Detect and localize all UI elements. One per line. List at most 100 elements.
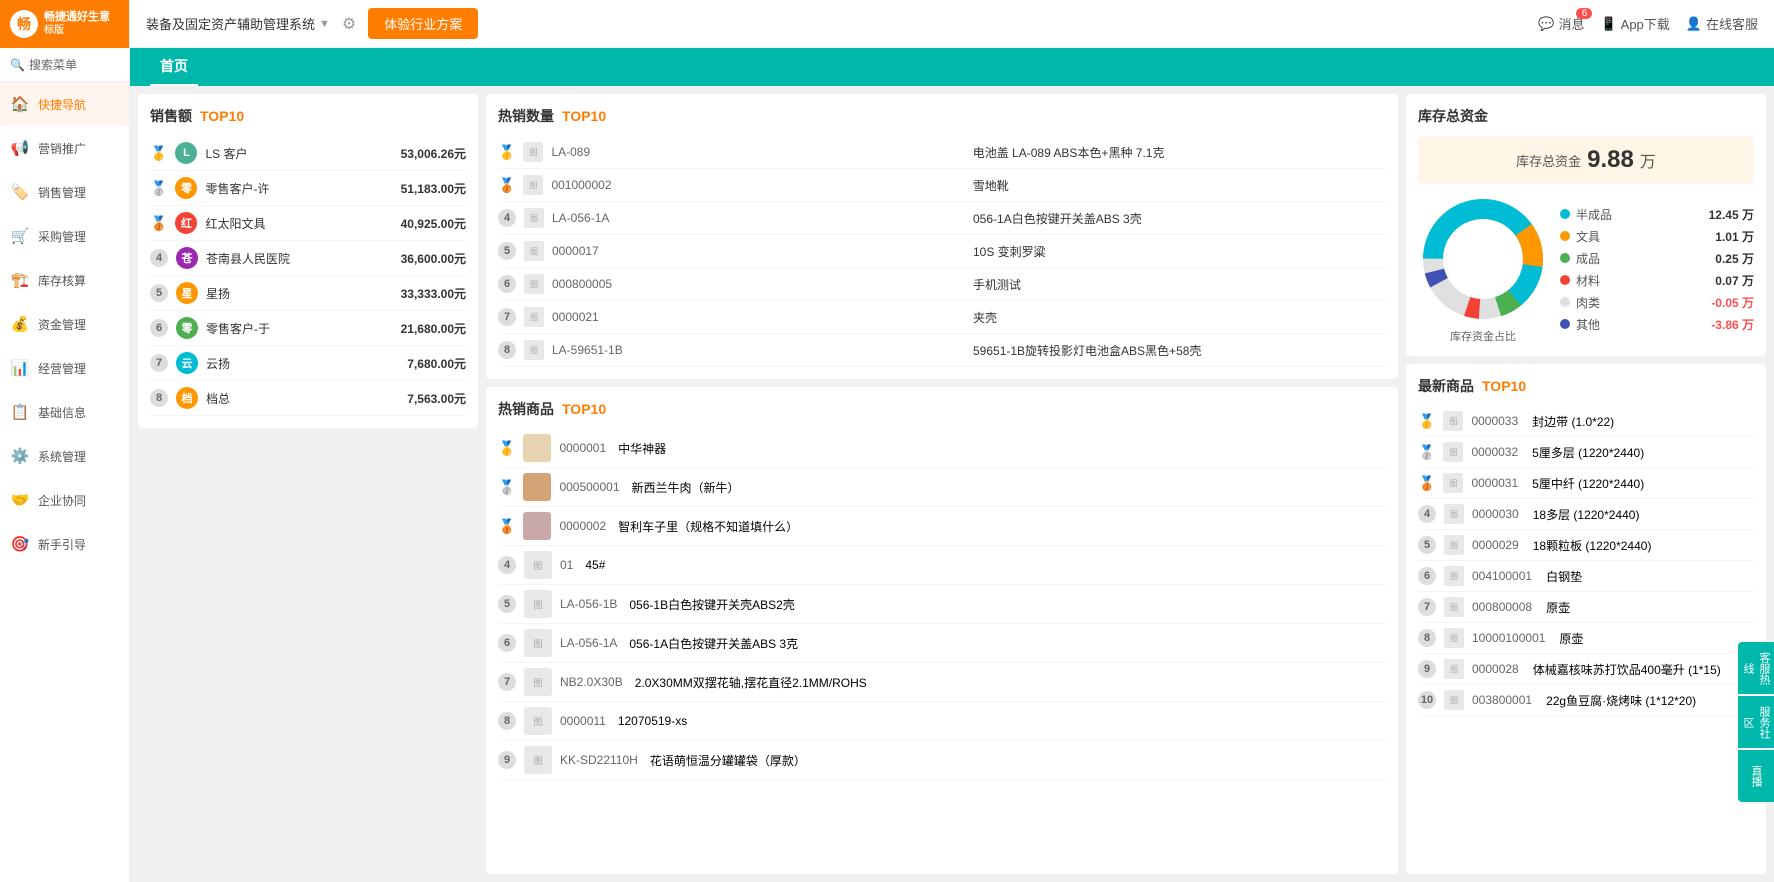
sidebar-item-4[interactable]: 🏗️库存核算 xyxy=(0,258,129,302)
tab-home[interactable]: 首页 xyxy=(150,48,198,86)
online-service-button[interactable]: 👤 在线客服 xyxy=(1686,14,1758,33)
sidebar-nav: 🏠快捷导航📢营销推广🏷️销售管理🛒采购管理🏗️库存核算💰资金管理📊经营管理📋基础… xyxy=(0,82,129,882)
sidebar-item-0[interactable]: 🏠快捷导航 xyxy=(0,82,129,126)
hot-products-panel: 热销商品 TOP10 🥇 0000001 中华神器🥈 000500001 新西兰… xyxy=(486,387,1398,874)
legend-name: 成品 xyxy=(1576,250,1709,267)
sales-rank-item: 6 零 零售客户-于 21,680.00元 xyxy=(150,311,466,346)
sidebar-item-9[interactable]: 🤝企业协同 xyxy=(0,478,129,522)
medal-icon: 🥉 xyxy=(150,215,167,232)
sidebar-item-7[interactable]: 📋基础信息 xyxy=(0,390,129,434)
sidebar-item-1[interactable]: 📢营销推广 xyxy=(0,126,129,170)
new-prod-code: 0000033 xyxy=(1471,414,1518,428)
prod-code: LA-056-1A xyxy=(560,636,617,650)
new-prod-code: 003800001 xyxy=(1472,693,1532,707)
new-prod-name: 18颗粒板 (1220*2440) xyxy=(1533,537,1652,554)
new-product-item: 🥇图 0000033 封边带 (1.0*22) xyxy=(1418,406,1754,437)
rank-name: 红太阳文具 xyxy=(205,215,392,232)
float-button[interactable]: 服务社区 xyxy=(1738,696,1774,748)
product-image-placeholder: 图 xyxy=(1444,504,1464,524)
rank-avatar: 零 xyxy=(175,177,197,199)
prod-code: LA-59651-1B xyxy=(552,343,965,357)
medal-icon: 🥉 xyxy=(1418,475,1435,492)
hot-product-item: 4图 01 45# xyxy=(498,546,1386,585)
legend-item: 肉类 -0.05 万 xyxy=(1560,294,1754,311)
prod-code: 0000017 xyxy=(552,244,965,258)
dropdown-arrow[interactable]: ▼ xyxy=(319,18,330,30)
rank-number: 8 xyxy=(1418,629,1436,647)
system-title: 装备及固定资产辅助管理系统 ▼ xyxy=(146,14,330,33)
hot-qty-item: 🥉图 001000002 雪地靴 xyxy=(498,169,1386,202)
float-button[interactable]: 直播 xyxy=(1738,750,1774,802)
service-icon: 👤 xyxy=(1686,16,1702,32)
rank-number: 4 xyxy=(498,556,516,574)
new-product-item: 🥈图 0000032 5厘多层 (1220*2440) xyxy=(1418,437,1754,468)
new-product-item: 5图 0000029 18颗粒板 (1220*2440) xyxy=(1418,530,1754,561)
prod-name: 新西兰牛肉（新牛） xyxy=(632,479,740,496)
prod-code: 0000021 xyxy=(552,310,965,324)
legend-name: 其他 xyxy=(1576,316,1705,333)
prod-code: 000800005 xyxy=(552,277,965,291)
prod-img: 图 xyxy=(524,340,544,360)
prod-name: 电池盖 LA-089 ABS本色+黑种 7.1克 xyxy=(973,144,1386,161)
left-column: 销售额 TOP10 🥇 L LS 客户 53,006.26元🥈 零 零售客户-许… xyxy=(138,94,478,874)
sidebar: 畅 畅捷通好生意 标版 🔍 搜索菜单 🏠快捷导航📢营销推广🏷️销售管理🛒采购管理… xyxy=(0,0,130,882)
hot-qty-item: 4图 LA-056-1A 056-1A白色按键开关盖ABS 3壳 xyxy=(498,202,1386,235)
legend-item: 其他 -3.86 万 xyxy=(1560,316,1754,333)
app-download-button[interactable]: 📱 App下载 xyxy=(1600,14,1669,33)
rank-number: 6 xyxy=(498,275,516,293)
legend-dot xyxy=(1560,253,1570,263)
legend-item: 成品 0.25 万 xyxy=(1560,250,1754,267)
float-button[interactable]: 客服热线 xyxy=(1738,642,1774,694)
product-image xyxy=(523,473,551,501)
product-image-placeholder: 图 xyxy=(524,668,552,696)
medal-icon: 🥈 xyxy=(498,479,515,496)
sidebar-item-3[interactable]: 🛒采购管理 xyxy=(0,214,129,258)
messages-button[interactable]: 💬 消息 6 xyxy=(1538,14,1584,33)
new-prod-code: 0000030 xyxy=(1472,507,1519,521)
product-image xyxy=(523,512,551,540)
sidebar-item-8[interactable]: ⚙️系统管理 xyxy=(0,434,129,478)
hot-qty-item: 🥇图 LA-089 电池盖 LA-089 ABS本色+黑种 7.1克 xyxy=(498,136,1386,169)
new-prod-code: 0000032 xyxy=(1471,445,1518,459)
medal-icon: 🥈 xyxy=(1418,444,1435,461)
sidebar-item-10[interactable]: 🎯新手引导 xyxy=(0,522,129,566)
new-products-list: 🥇图 0000033 封边带 (1.0*22)🥈图 0000032 5厘多层 (… xyxy=(1418,406,1754,716)
prod-code: 01 xyxy=(560,558,573,572)
prod-img: 图 xyxy=(523,175,543,195)
float-buttons: 客服热线服务社区直播 xyxy=(1738,642,1774,802)
sidebar-item-5[interactable]: 💰资金管理 xyxy=(0,302,129,346)
legend-dot xyxy=(1560,275,1570,285)
search-menu[interactable]: 🔍 搜索菜单 xyxy=(0,48,129,82)
sidebar-item-2[interactable]: 🏷️销售管理 xyxy=(0,170,129,214)
rank-number: 9 xyxy=(1418,660,1436,678)
message-icon: 💬 xyxy=(1538,16,1554,32)
prod-name: 夹壳 xyxy=(973,309,1386,326)
legend-dot xyxy=(1560,319,1570,329)
legend-item: 文具 1.01 万 xyxy=(1560,228,1754,245)
rank-number: 5 xyxy=(498,242,516,260)
sidebar-item-6[interactable]: 📊经营管理 xyxy=(0,346,129,390)
legend-item: 材料 0.07 万 xyxy=(1560,272,1754,289)
new-prod-name: 体械嘉核味苏打饮品400毫升 (1*15) xyxy=(1533,661,1721,678)
rank-number: 7 xyxy=(498,673,516,691)
prod-code: 0000011 xyxy=(560,714,606,728)
legend-value: 0.07 万 xyxy=(1715,272,1754,289)
settings-icon[interactable]: ⚙ xyxy=(342,14,356,34)
legend-name: 文具 xyxy=(1576,228,1709,245)
prod-code: 001000002 xyxy=(551,178,964,192)
experience-button[interactable]: 体验行业方案 xyxy=(368,8,478,39)
main-area: 装备及固定资产辅助管理系统 ▼ ⚙ 体验行业方案 💬 消息 6 📱 App下载 … xyxy=(130,0,1774,882)
rank-number: 5 xyxy=(498,595,516,613)
rank-value: 33,333.00元 xyxy=(401,285,466,302)
hot-qty-item: 6图 000800005 手机测试 xyxy=(498,268,1386,301)
inventory-panel: 库存总资金 库存总资金 9.88 万 xyxy=(1406,94,1766,356)
sales-rank-item: 5 星 星扬 33,333.00元 xyxy=(150,276,466,311)
rank-number: 6 xyxy=(150,319,168,337)
legend-item: 半成品 12.45 万 xyxy=(1560,206,1754,223)
prod-code: 000500001 xyxy=(559,480,619,494)
rank-name: 零售客户-于 xyxy=(206,320,393,337)
prod-img: 图 xyxy=(524,241,544,261)
legend-dot xyxy=(1560,209,1570,219)
sales-rank-item: 4 苍 苍南县人民医院 36,600.00元 xyxy=(150,241,466,276)
inventory-total: 库存总资金 9.88 万 xyxy=(1418,136,1754,184)
